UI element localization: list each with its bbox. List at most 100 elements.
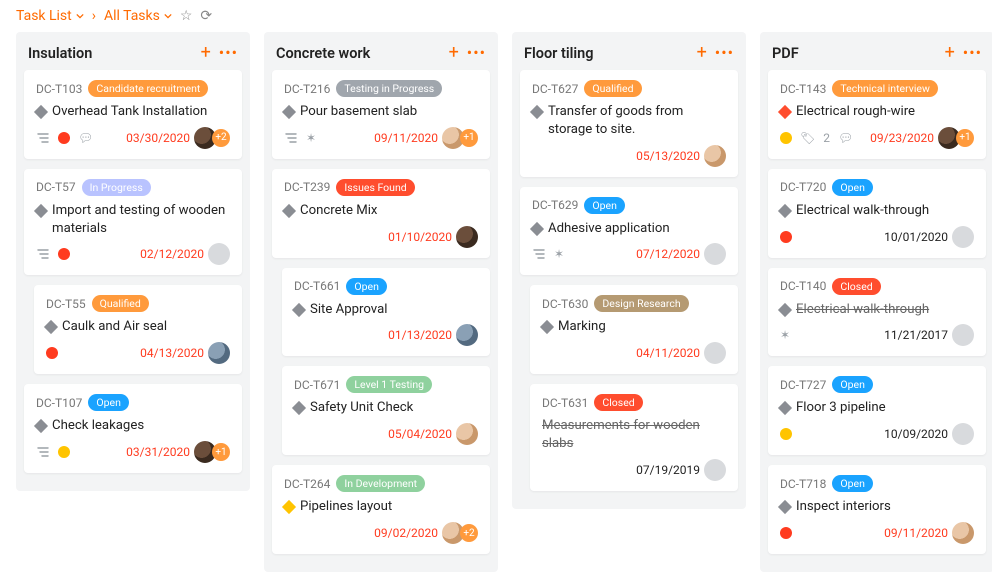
subtasks-icon (532, 248, 546, 260)
avatar[interactable] (952, 522, 974, 544)
type-icon (778, 500, 792, 514)
avatar[interactable] (704, 459, 726, 481)
task-card[interactable]: DC-T107OpenCheck leakages03/31/2020+1 (24, 384, 242, 473)
status-badge: Open (584, 197, 625, 214)
task-title: Pour basement slab (300, 103, 417, 121)
task-card[interactable]: DC-T718OpenInspect interiors09/11/2020 (768, 465, 986, 554)
task-card[interactable]: DC-T55QualifiedCaulk and Air seal04/13/2… (34, 285, 242, 374)
avatar[interactable] (704, 145, 726, 167)
due-date: 02/12/2020 (140, 247, 204, 261)
avatar[interactable] (704, 342, 726, 364)
task-card[interactable]: DC-T140ClosedElectrical walk-through✶11/… (768, 268, 986, 357)
star-icon[interactable]: ☆ (180, 8, 193, 24)
task-title: Concrete Mix (300, 202, 377, 220)
priority-high-icon (58, 248, 70, 260)
task-id: DC-T57 (36, 180, 76, 194)
avatar-overflow[interactable]: +1 (460, 129, 478, 147)
task-card[interactable]: DC-T627QualifiedTransfer of goods from s… (520, 70, 738, 177)
column-menu-button[interactable]: ••• (715, 45, 734, 61)
add-card-button[interactable]: + (697, 44, 707, 62)
task-card[interactable]: DC-T631ClosedMeasurements for wooden sla… (530, 384, 738, 491)
avatar[interactable] (456, 324, 478, 346)
type-icon (34, 204, 48, 218)
avatar[interactable] (456, 226, 478, 248)
breadcrumb-current[interactable]: All Tasks (104, 8, 172, 24)
due-date: 03/30/2020 (126, 131, 190, 145)
task-card[interactable]: DC-T661OpenSite Approval01/13/2020 (282, 268, 490, 357)
task-id: DC-T216 (284, 82, 330, 96)
task-id: DC-T143 (780, 82, 826, 96)
column-menu-button[interactable]: ••• (963, 45, 982, 61)
breadcrumb-root[interactable]: Task List (16, 8, 84, 24)
task-card[interactable]: DC-T239Issues FoundConcrete Mix01/10/202… (272, 169, 490, 258)
task-id: DC-T103 (36, 82, 82, 96)
task-card[interactable]: DC-T216 Testing in Progress Pour basement … (272, 70, 490, 159)
task-title: Check leakages (52, 417, 144, 435)
type-icon (282, 204, 296, 218)
column-menu-button[interactable]: ••• (219, 45, 238, 61)
avatar[interactable] (208, 342, 230, 364)
kanban-board: Insulation+•••DC-T103Candidate recruitme… (0, 32, 992, 588)
column: Floor tiling+•••DC-T627QualifiedTransfer… (512, 32, 746, 509)
add-card-button[interactable]: + (945, 44, 955, 62)
tag-icon: 🏷︎ (800, 131, 815, 145)
task-card[interactable]: DC-T143Technical interviewElectrical rou… (768, 70, 986, 159)
column-title: Concrete work (276, 45, 370, 62)
due-date: 09/11/2020 (374, 131, 438, 145)
priority-high-icon (58, 132, 70, 144)
priority-med-icon (58, 446, 70, 458)
due-date: 10/01/2020 (884, 230, 948, 244)
task-title: Safety Unit Check (310, 399, 413, 417)
type-icon (282, 105, 296, 119)
task-card[interactable]: DC-T629OpenAdhesive application✶07/12/20… (520, 187, 738, 276)
type-icon (778, 105, 792, 119)
tag-count: 2 (823, 131, 830, 145)
status-badge: Candidate recruitment (88, 80, 208, 97)
task-id: DC-T720 (780, 180, 826, 194)
task-id: DC-T140 (780, 279, 826, 293)
task-card[interactable]: DC-T630Design ResearchMarking04/11/2020 (530, 285, 738, 374)
refresh-icon[interactable]: ⟳ (200, 8, 212, 24)
task-title: Electrical walk-through (796, 301, 929, 319)
status-badge: Testing in Progress (336, 80, 442, 97)
task-card[interactable]: DC-T671Level 1 TestingSafety Unit Check0… (282, 366, 490, 455)
type-icon (34, 105, 48, 119)
task-title: Import and testing of wooden materials (52, 202, 230, 238)
avatar-overflow[interactable]: +1 (956, 129, 974, 147)
priority-med-icon (780, 428, 792, 440)
task-card[interactable]: DC-T103Candidate recruitmentOverhead Tan… (24, 70, 242, 159)
avatar-overflow[interactable]: +2 (460, 524, 478, 542)
add-card-button[interactable]: + (201, 44, 211, 62)
status-badge: In Development (336, 475, 425, 492)
task-card[interactable]: DC-T264In DevelopmentPipelines layout09/… (272, 465, 490, 554)
subtasks-icon (284, 132, 298, 144)
avatar[interactable] (208, 243, 230, 265)
due-date: 10/09/2020 (884, 427, 948, 441)
column-menu-button[interactable]: ••• (467, 45, 486, 61)
task-id: DC-T55 (46, 297, 86, 311)
avatar[interactable] (704, 243, 726, 265)
status-badge: Open (832, 179, 873, 196)
task-card[interactable]: DC-T727OpenFloor 3 pipeline10/09/2020 (768, 366, 986, 455)
due-date: 03/31/2020 (126, 445, 190, 459)
bug-icon: ✶ (554, 247, 564, 261)
status-badge: Closed (832, 278, 880, 295)
avatar-overflow[interactable]: +2 (212, 129, 230, 147)
subtasks-icon (36, 132, 50, 144)
due-date: 09/23/2020 (870, 131, 934, 145)
task-card[interactable]: DC-T720OpenElectrical walk-through10/01/… (768, 169, 986, 258)
type-icon (530, 105, 544, 119)
avatar[interactable] (952, 423, 974, 445)
avatar[interactable] (456, 423, 478, 445)
type-icon (530, 222, 544, 236)
avatar[interactable] (952, 324, 974, 346)
avatar[interactable] (952, 226, 974, 248)
avatar-overflow[interactable]: +1 (212, 443, 230, 461)
task-id: DC-T239 (284, 180, 330, 194)
status-badge: Issues Found (336, 179, 414, 196)
due-date: 04/11/2020 (636, 346, 700, 360)
add-card-button[interactable]: + (449, 44, 459, 62)
column-title: PDF (772, 45, 799, 62)
due-date: 07/19/2019 (636, 463, 700, 477)
task-card[interactable]: DC-T57In ProgressImport and testing of w… (24, 169, 242, 276)
